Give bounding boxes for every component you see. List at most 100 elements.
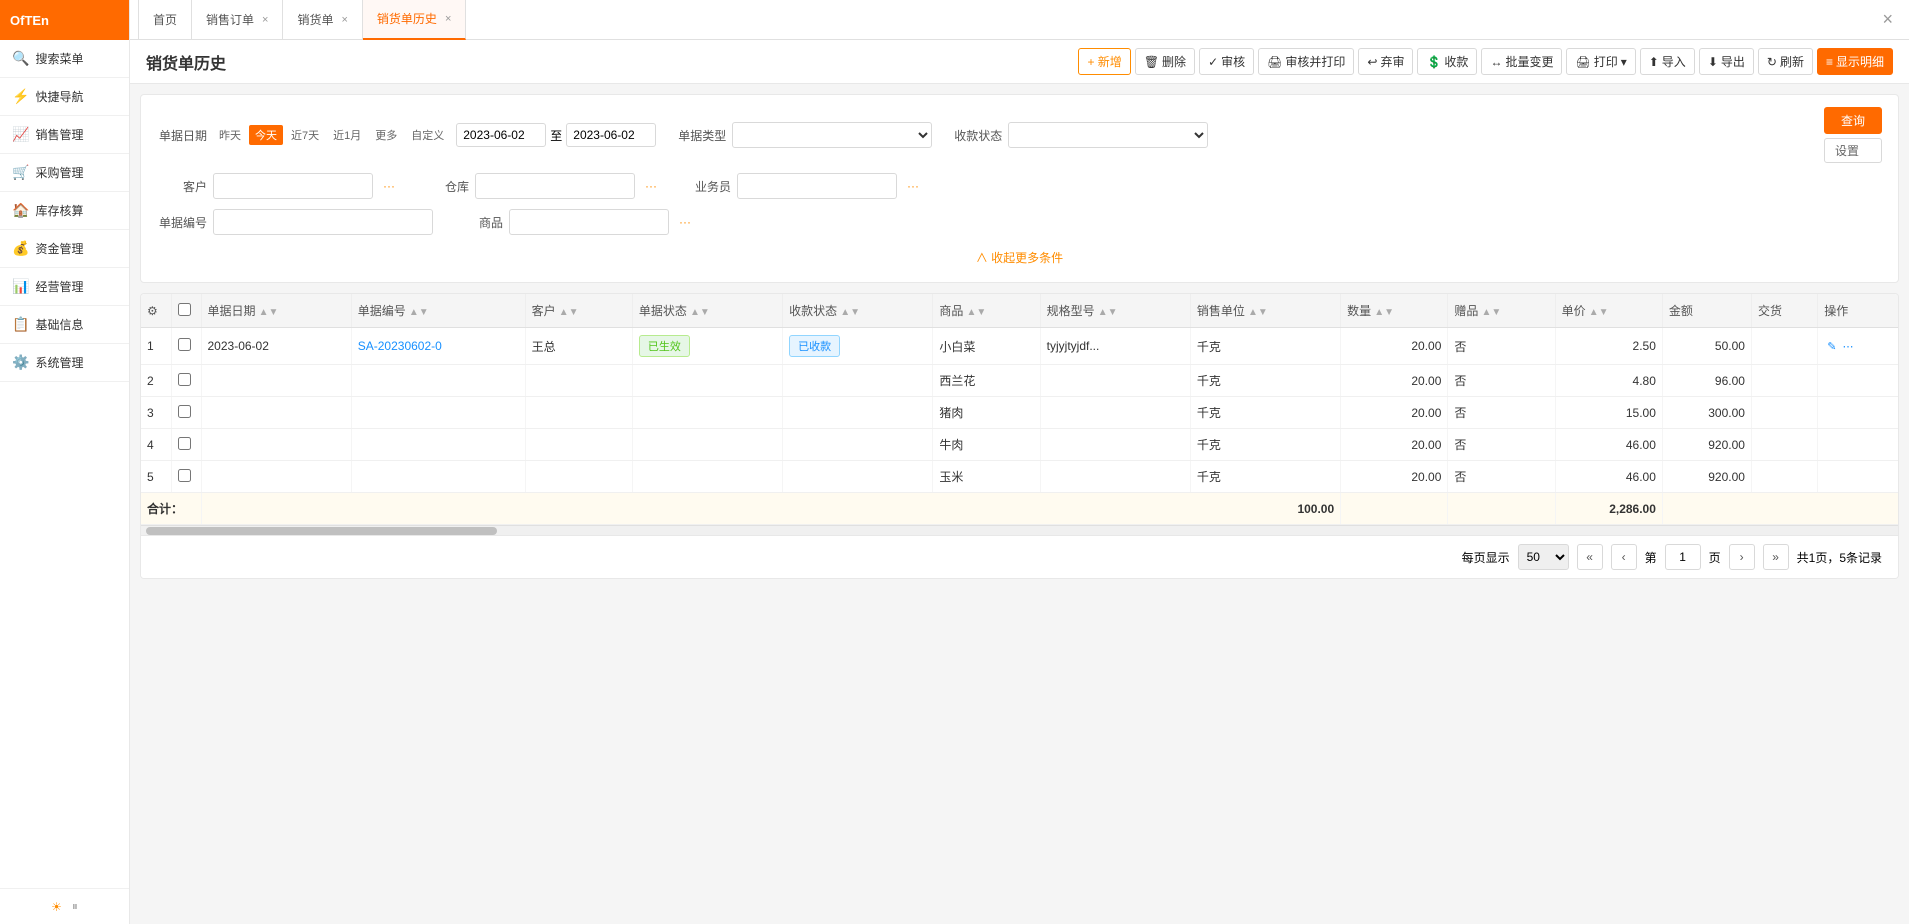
col-customer[interactable]: 客户 ▲▼ [525,294,632,328]
sidebar-item-quick-nav[interactable]: ⚡ 快捷导航 [0,78,129,116]
filter-pay-select[interactable] [1008,122,1208,148]
filter-goods-input[interactable] [509,209,669,235]
horizontal-scrollbar[interactable] [141,525,1898,535]
col-trade[interactable]: 交货 [1751,294,1817,328]
sidebar-item-purchase-mgmt[interactable]: 🛒 采购管理 [0,154,129,192]
col-qty[interactable]: 数量 ▲▼ [1341,294,1448,328]
date-custom[interactable]: 自定义 [405,125,450,145]
sidebar-item-label: 系统管理 [35,354,83,371]
customer-select-btn[interactable]: ··· [379,179,399,193]
staff-select-btn[interactable]: ··· [903,179,923,193]
last-page-button[interactable]: » [1763,544,1789,570]
audit-print-button[interactable]: 🖨 审核并打印 [1258,48,1354,75]
date-end-input[interactable] [566,123,656,147]
batch-change-button[interactable]: ↔ 批量变更 [1481,48,1562,75]
sidebar-item-sales-mgmt[interactable]: 📈 销售管理 [0,116,129,154]
date-today[interactable]: 今天 [249,125,283,145]
goods-select-btn[interactable]: ··· [675,215,695,229]
sidebar-item-sys-mgmt[interactable]: ⚙️ 系统管理 [0,344,129,382]
select-all-checkbox[interactable] [178,303,191,316]
audit-button[interactable]: ✓ 审核 [1199,48,1254,75]
first-page-button[interactable]: « [1577,544,1603,570]
export-button[interactable]: ⬇ 导出 [1699,48,1754,75]
refresh-button[interactable]: ↻ 刷新 [1758,48,1813,75]
date-7days[interactable]: 近7天 [285,125,325,145]
date-yesterday[interactable]: 昨天 [213,125,247,145]
query-button[interactable]: 查询 [1824,107,1882,134]
tab-sales-order[interactable]: 销售订单 × [192,0,283,40]
tab-sales-history[interactable]: 销货单历史 × [363,0,466,40]
sidebar-item-inventory[interactable]: 🏠 库存核算 [0,192,129,230]
col-goods[interactable]: 商品 ▲▼ [933,294,1040,328]
col-price[interactable]: 单价 ▲▼ [1555,294,1662,328]
date-more[interactable]: 更多 [369,125,403,145]
content-area: 单据日期 昨天 今天 近7天 近1月 更多 自定义 至 [130,84,1909,924]
date-start-input[interactable] [456,123,546,147]
tab-sales-goods-close[interactable]: × [341,14,347,26]
row-checkbox[interactable] [171,365,201,397]
row-checkbox[interactable] [171,461,201,493]
table-settings-icon[interactable]: ⚙ [147,304,158,318]
row-checkbox[interactable] [171,429,201,461]
import-button[interactable]: ⬆ 导入 [1640,48,1695,75]
warehouse-select-btn[interactable]: ··· [641,179,661,193]
sun-icon[interactable]: ☀ [51,900,62,914]
col-amount[interactable]: 金额 [1662,294,1751,328]
page-number-input[interactable] [1665,544,1701,570]
tab-home[interactable]: 首页 [138,0,192,40]
collect-button[interactable]: 💲 收款 [1417,48,1477,75]
tab-sales-goods[interactable]: 销货单 × [283,0,362,40]
row-seq: 1 [141,328,171,365]
col-doc-status[interactable]: 单据状态 ▲▼ [632,294,782,328]
edit-action[interactable]: ✎ [1827,340,1836,353]
row-checkbox[interactable] [171,328,201,365]
collect-icon: 💲 [1426,55,1441,69]
row-doc-no [351,429,525,461]
col-doc-date[interactable]: 单据日期 ▲▼ [201,294,351,328]
filter-doc-no-input[interactable] [213,209,433,235]
row-checkbox[interactable] [171,397,201,429]
filter-warehouse-input[interactable] [475,173,635,199]
next-page-button[interactable]: › [1729,544,1755,570]
print-button[interactable]: 🖨 打印 ▾ [1566,48,1635,75]
sidebar-item-basic-info[interactable]: 📋 基础信息 [0,306,129,344]
collapse-button[interactable]: ∧ 收起更多条件 [157,245,1882,270]
delete-button[interactable]: 🗑 删除 [1135,48,1195,75]
filter-staff-input[interactable] [737,173,897,199]
per-page-select[interactable]: 50 100 [1518,544,1569,570]
col-unit[interactable]: 销售单位 ▲▼ [1190,294,1340,328]
col-gear[interactable]: ⚙ [141,294,171,328]
col-checkbox[interactable] [171,294,201,328]
sort-price-icon: ▲▼ [1589,307,1609,318]
col-doc-no[interactable]: 单据编号 ▲▼ [351,294,525,328]
date-1month[interactable]: 近1月 [327,125,367,145]
show-detail-button[interactable]: ≡ 显示明细 [1817,48,1893,75]
data-table-container: ⚙ 单据日期 ▲▼ 单据编号 ▲▼ [140,293,1899,579]
col-pay-status[interactable]: 收款状态 ▲▼ [783,294,933,328]
tab-sales-order-close[interactable]: × [262,14,268,26]
row-select-checkbox[interactable] [178,437,191,450]
tab-sales-history-close[interactable]: × [445,13,451,25]
filter-doc-type-select[interactable] [732,122,932,148]
sidebar-item-operation[interactable]: 📊 经营管理 [0,268,129,306]
doc-no-link[interactable]: SA-20230602-0 [358,339,442,353]
row-select-checkbox[interactable] [178,405,191,418]
search-icon: 🔍 [12,50,29,67]
more-action[interactable]: ⋯ [1842,340,1853,353]
pause-icon[interactable]: ⏸ [72,899,78,914]
setting-button[interactable]: 设置 [1824,138,1882,163]
new-button[interactable]: + 新增 [1078,48,1130,75]
prev-page-button[interactable]: ‹ [1611,544,1637,570]
row-select-checkbox[interactable] [178,373,191,386]
filter-customer-input[interactable] [213,173,373,199]
sidebar-item-search-menu[interactable]: 🔍 搜索菜单 [0,40,129,78]
row-select-checkbox[interactable] [178,469,191,482]
col-gift[interactable]: 赠品 ▲▼ [1448,294,1555,328]
col-spec[interactable]: 规格型号 ▲▼ [1040,294,1190,328]
table-row: 5 玉米 千克 20.00 否 46.00 920.00 [141,461,1898,493]
sidebar-item-finance[interactable]: 💰 资金管理 [0,230,129,268]
tabs-close-all[interactable]: × [1874,9,1901,30]
row-select-checkbox[interactable] [178,338,191,351]
scroll-thumb[interactable] [146,527,497,535]
abandon-button[interactable]: ↩ 弃审 [1358,48,1413,75]
